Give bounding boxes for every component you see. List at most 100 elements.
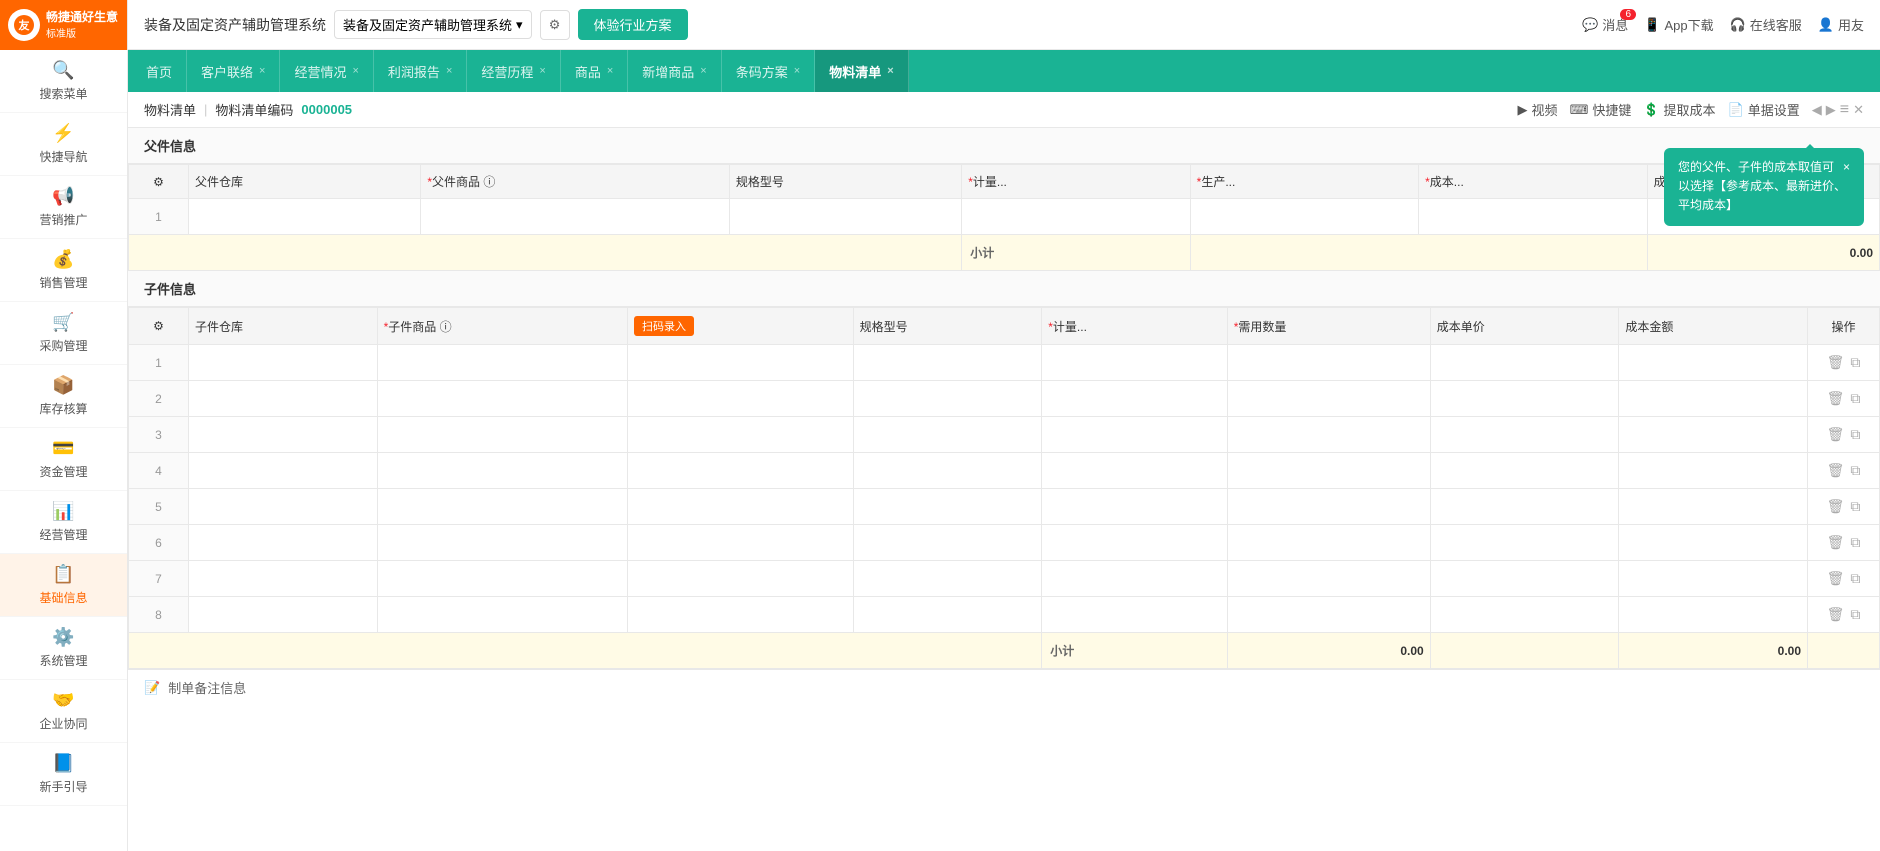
child-row-4-spec[interactable] — [853, 453, 1042, 489]
child-row-4-amount[interactable] — [1619, 453, 1808, 489]
child-row-1-spec[interactable] — [853, 345, 1042, 381]
sidebar-item-finance[interactable]: 💳 资金管理 — [0, 428, 127, 491]
child-row-6-product[interactable] — [377, 525, 627, 561]
child-row-4-unit-cost[interactable] — [1430, 453, 1619, 489]
grid-icon[interactable]: ≡ — [1840, 101, 1849, 119]
tab-close-7[interactable]: × — [794, 65, 800, 77]
system-selector[interactable]: 装备及固定资产辅助管理系统 ▾ — [334, 10, 532, 39]
tab-close-1[interactable]: × — [259, 65, 265, 77]
child-row-6-copy-icon[interactable]: ⧉ — [1850, 534, 1860, 551]
child-row-6-amount[interactable] — [1619, 525, 1808, 561]
tab-close-5[interactable]: × — [607, 65, 613, 77]
child-row-2-spec[interactable] — [853, 381, 1042, 417]
child-row-7-spec[interactable] — [853, 561, 1042, 597]
tab-close-4[interactable]: × — [539, 65, 545, 77]
child-row-5-amount[interactable] — [1619, 489, 1808, 525]
child-row-3-unit-cost[interactable] — [1430, 417, 1619, 453]
child-row-3-unit[interactable] — [1042, 417, 1227, 453]
child-row-2-scan[interactable] — [628, 381, 854, 417]
child-row-8-product[interactable] — [377, 597, 627, 633]
tab-close-8[interactable]: × — [887, 65, 893, 77]
child-row-1-unit[interactable] — [1042, 345, 1227, 381]
child-row-5-scan[interactable] — [628, 489, 854, 525]
parent-row-1-warehouse[interactable] — [189, 199, 421, 235]
child-row-7-qty[interactable] — [1227, 561, 1430, 597]
child-row-1-copy-icon[interactable]: ⧉ — [1850, 354, 1860, 371]
child-row-3-qty[interactable] — [1227, 417, 1430, 453]
child-row-3-copy-icon[interactable]: ⧉ — [1850, 426, 1860, 443]
nav-tab-4[interactable]: 经营历程× — [467, 50, 560, 92]
next-icon[interactable]: ▶ — [1826, 102, 1836, 118]
tab-close-3[interactable]: × — [446, 65, 452, 77]
child-row-6-delete-icon[interactable]: 🗑 — [1827, 534, 1845, 551]
child-row-8-unit-cost[interactable] — [1430, 597, 1619, 633]
child-row-8-scan[interactable] — [628, 597, 854, 633]
nav-tab-3[interactable]: 利润报告× — [374, 50, 467, 92]
child-row-1-product[interactable] — [377, 345, 627, 381]
online-service-item[interactable]: 🎧 在线客服 — [1730, 15, 1802, 34]
child-row-2-unit[interactable] — [1042, 381, 1227, 417]
app-download-item[interactable]: 📱 App下载 — [1644, 15, 1713, 34]
child-row-4-scan[interactable] — [628, 453, 854, 489]
child-row-6-unit-cost[interactable] — [1430, 525, 1619, 561]
tab-close-6[interactable]: × — [700, 65, 706, 77]
child-row-3-spec[interactable] — [853, 417, 1042, 453]
child-row-6-warehouse[interactable] — [189, 525, 378, 561]
child-row-4-unit[interactable] — [1042, 453, 1227, 489]
nav-tab-8[interactable]: 物料清单× — [815, 50, 908, 92]
child-row-5-product[interactable] — [377, 489, 627, 525]
child-row-4-delete-icon[interactable]: 🗑 — [1827, 462, 1845, 479]
parent-row-1-unit[interactable] — [962, 199, 1190, 235]
try-button[interactable]: 体验行业方案 — [578, 9, 688, 40]
child-row-5-copy-icon[interactable]: ⧉ — [1850, 498, 1860, 515]
child-row-7-unit-cost[interactable] — [1430, 561, 1619, 597]
sidebar-item-sales[interactable]: 💰 销售管理 — [0, 239, 127, 302]
child-row-2-qty[interactable] — [1227, 381, 1430, 417]
child-row-5-delete-icon[interactable]: 🗑 — [1827, 498, 1845, 515]
nav-tab-0[interactable]: 首页 — [132, 50, 187, 92]
nav-tab-2[interactable]: 经营情况× — [280, 50, 373, 92]
child-row-2-unit-cost[interactable] — [1430, 381, 1619, 417]
settings-action[interactable]: 📄 单据设置 — [1728, 100, 1800, 119]
child-row-6-scan[interactable] — [628, 525, 854, 561]
view-action[interactable]: ▶ 视频 — [1518, 100, 1558, 119]
sidebar-item-guide[interactable]: 📘 新手引导 — [0, 743, 127, 806]
child-row-5-spec[interactable] — [853, 489, 1042, 525]
close-page-icon[interactable]: ✕ — [1853, 102, 1864, 118]
child-row-3-scan[interactable] — [628, 417, 854, 453]
sidebar-item-marketing[interactable]: 📢 营销推广 — [0, 176, 127, 239]
nav-tab-6[interactable]: 新增商品× — [628, 50, 721, 92]
sidebar-item-quick-nav[interactable]: ⚡ 快捷导航 — [0, 113, 127, 176]
sidebar-item-collab[interactable]: 🤝 企业协同 — [0, 680, 127, 743]
child-row-2-copy-icon[interactable]: ⧉ — [1850, 390, 1860, 407]
parent-row-1-produce[interactable] — [1190, 199, 1418, 235]
child-row-2-warehouse[interactable] — [189, 381, 378, 417]
child-row-4-copy-icon[interactable]: ⧉ — [1850, 462, 1860, 479]
child-row-7-copy-icon[interactable]: ⧉ — [1850, 570, 1860, 587]
child-row-8-unit[interactable] — [1042, 597, 1227, 633]
message-item[interactable]: 💬 消息 6 — [1582, 15, 1628, 34]
child-row-8-delete-icon[interactable]: 🗑 — [1827, 606, 1845, 623]
child-row-6-qty[interactable] — [1227, 525, 1430, 561]
sidebar-item-system[interactable]: ⚙️ 系统管理 — [0, 617, 127, 680]
sidebar-item-inventory[interactable]: 📦 库存核算 — [0, 365, 127, 428]
sidebar-item-operations[interactable]: 📊 经营管理 — [0, 491, 127, 554]
child-row-3-amount[interactable] — [1619, 417, 1808, 453]
child-row-7-scan[interactable] — [628, 561, 854, 597]
sidebar-item-search[interactable]: 🔍 搜索菜单 — [0, 50, 127, 113]
child-row-5-unit-cost[interactable] — [1430, 489, 1619, 525]
child-row-6-spec[interactable] — [853, 525, 1042, 561]
parent-row-1-spec[interactable] — [729, 199, 961, 235]
child-col-scan[interactable]: 扫码录入 — [628, 308, 854, 345]
sidebar-item-basic-info[interactable]: 📋 基础信息 — [0, 554, 127, 617]
child-row-2-delete-icon[interactable]: 🗑 — [1827, 390, 1845, 407]
child-row-1-unit-cost[interactable] — [1430, 345, 1619, 381]
child-row-5-unit[interactable] — [1042, 489, 1227, 525]
child-row-3-product[interactable] — [377, 417, 627, 453]
child-row-7-warehouse[interactable] — [189, 561, 378, 597]
child-row-6-unit[interactable] — [1042, 525, 1227, 561]
parent-col-settings[interactable]: ⚙ — [129, 165, 189, 199]
shortcut-action[interactable]: ⌨ 快捷键 — [1570, 100, 1632, 119]
child-row-1-delete-icon[interactable]: 🗑 — [1827, 354, 1845, 371]
child-row-8-qty[interactable] — [1227, 597, 1430, 633]
